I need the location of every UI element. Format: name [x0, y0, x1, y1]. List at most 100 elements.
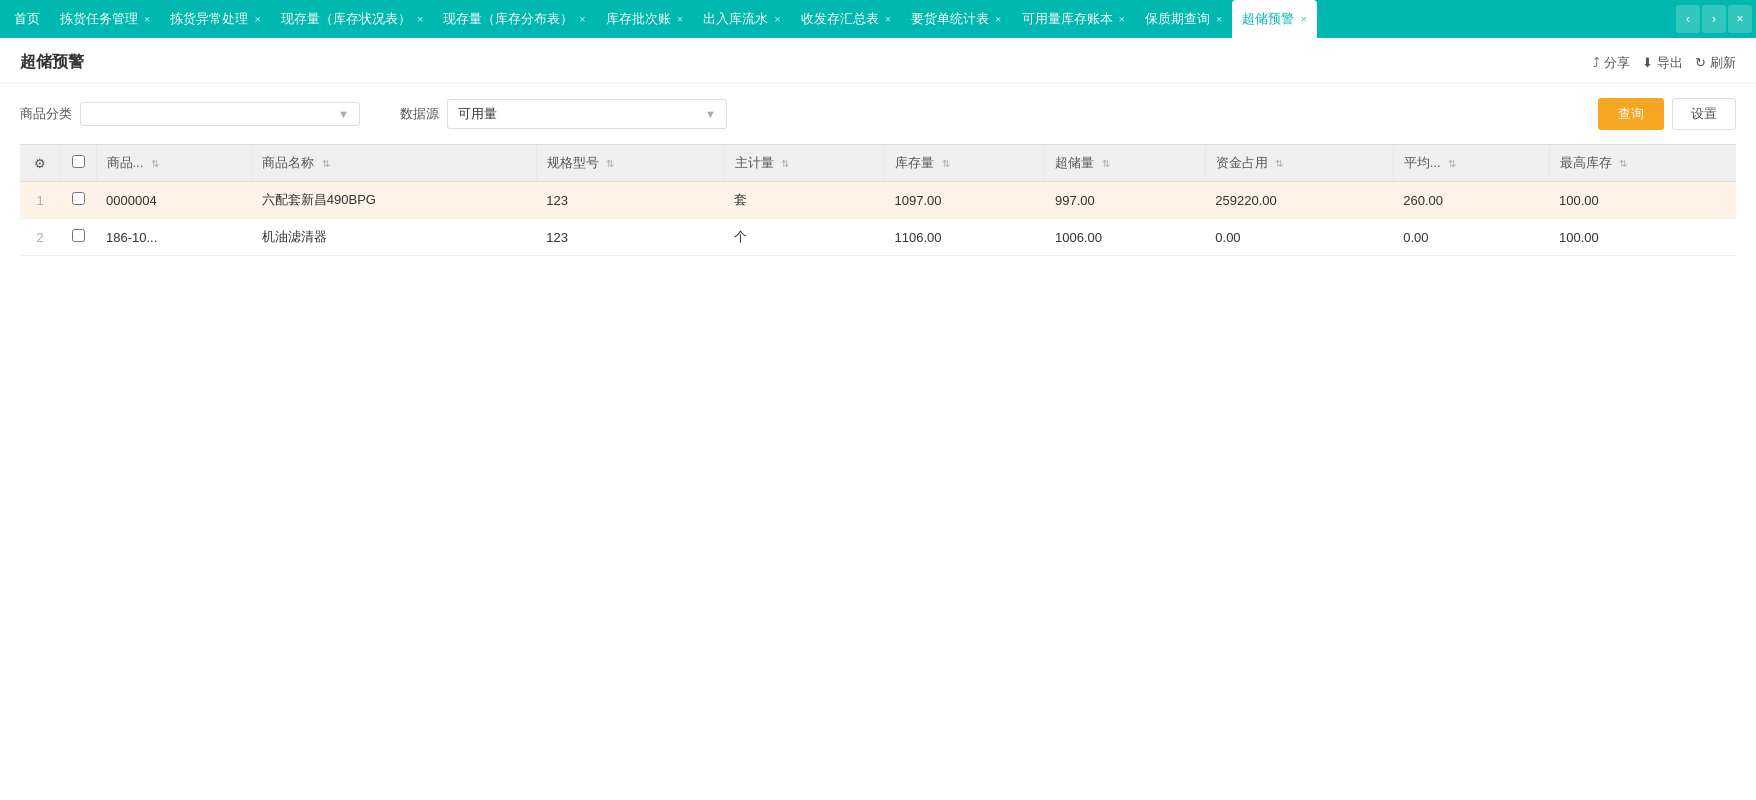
sort-icon-overstock: ⇅ [1102, 158, 1110, 169]
share-button[interactable]: ⤴ 分享 [1593, 54, 1630, 72]
row-overstock-1: 1006.00 [1045, 219, 1205, 256]
th-avg-label: 平均... [1404, 155, 1441, 170]
category-select[interactable]: ▼ [80, 102, 360, 126]
th-overstock-label: 超储量 [1055, 155, 1094, 170]
th-product-code-label: 商品... [107, 155, 144, 170]
sort-icon-spec: ⇅ [606, 158, 614, 169]
th-checkbox [60, 145, 96, 182]
datasource-filter-group: 数据源 可用量 ▼ [400, 99, 727, 129]
nav-label-stock-status: 现存量（库存状况表） [281, 10, 411, 28]
query-button[interactable]: 查询 [1598, 98, 1664, 130]
th-stock[interactable]: 库存量 ⇅ [885, 145, 1045, 182]
th-product-code[interactable]: 商品... ⇅ [96, 145, 252, 182]
row-product-code-1: 186-10... [96, 219, 252, 256]
nav-item-available[interactable]: 可用量库存账本 × [1012, 0, 1135, 38]
row-unit-0: 套 [724, 182, 884, 219]
settings-button[interactable]: 设置 [1672, 98, 1736, 130]
sort-icon-max-stock: ⇅ [1619, 158, 1627, 169]
th-capital[interactable]: 资金占用 ⇅ [1205, 145, 1393, 182]
share-label: 分享 [1604, 54, 1630, 72]
category-filter-group: 商品分类 ▼ [20, 102, 360, 126]
page-title: 超储预警 [20, 52, 84, 73]
nav-label-available: 可用量库存账本 [1022, 10, 1113, 28]
row-num-1: 2 [20, 219, 60, 256]
nav-close-button[interactable]: × [1728, 5, 1752, 33]
data-table: ⚙ 商品... ⇅ 商品名称 ⇅ 规格型号 ⇅ [20, 144, 1736, 256]
nav-item-batch[interactable]: 库存批次账 × [596, 0, 693, 38]
sort-icon-stock: ⇅ [942, 158, 950, 169]
row-stock-1: 1106.00 [885, 219, 1045, 256]
th-unit-label: 主计量 [735, 155, 774, 170]
row-avg-1: 0.00 [1393, 219, 1549, 256]
nav-label-expiry: 保质期查询 [1145, 10, 1210, 28]
filter-actions: 查询 设置 [1598, 98, 1736, 130]
datasource-select[interactable]: 可用量 ▼ [447, 99, 727, 129]
row-spec-1: 123 [536, 219, 724, 256]
table-header-row: ⚙ 商品... ⇅ 商品名称 ⇅ 规格型号 ⇅ [20, 145, 1736, 182]
nav-label-overstock: 超储预警 [1242, 10, 1294, 28]
th-capital-label: 资金占用 [1216, 155, 1268, 170]
nav-item-exception[interactable]: 拣货异常处理 × [160, 0, 270, 38]
nav-label-stock-dist: 现存量（库存分布表） [443, 10, 573, 28]
page-content: 超储预警 ⤴ 分享 ⬇ 导出 ↻ 刷新 商品分类 ▼ 数据源 [0, 38, 1756, 800]
nav-label-exception: 拣货异常处理 [170, 10, 248, 28]
th-unit[interactable]: 主计量 ⇅ [724, 145, 884, 182]
th-product-name[interactable]: 商品名称 ⇅ [252, 145, 536, 182]
share-icon: ⤴ [1593, 55, 1600, 70]
th-avg[interactable]: 平均... ⇅ [1393, 145, 1549, 182]
sort-icon-product-name: ⇅ [322, 158, 330, 169]
nav-close-requisition[interactable]: × [995, 13, 1001, 25]
nav-item-home[interactable]: 首页 [4, 0, 50, 38]
row-product-name-1: 机油滤清器 [252, 219, 536, 256]
row-capital-0: 259220.00 [1205, 182, 1393, 219]
row-select-0[interactable] [72, 192, 85, 205]
nav-item-expiry[interactable]: 保质期查询 × [1135, 0, 1232, 38]
nav-label-requisition: 要货单统计表 [911, 10, 989, 28]
nav-close-stock-dist[interactable]: × [579, 13, 585, 25]
th-overstock[interactable]: 超储量 ⇅ [1045, 145, 1205, 182]
nav-prev-button[interactable]: ‹ [1676, 5, 1700, 33]
top-navigation: 首页 拣货任务管理 × 拣货异常处理 × 现存量（库存状况表） × 现存量（库存… [0, 0, 1756, 38]
nav-item-stock-dist[interactable]: 现存量（库存分布表） × [433, 0, 595, 38]
row-max-stock-0: 100.00 [1549, 182, 1736, 219]
nav-item-stock-status[interactable]: 现存量（库存状况表） × [271, 0, 433, 38]
refresh-label: 刷新 [1710, 54, 1736, 72]
select-all-checkbox[interactable] [72, 155, 85, 168]
nav-close-overstock[interactable]: × [1300, 13, 1306, 25]
nav-item-task[interactable]: 拣货任务管理 × [50, 0, 160, 38]
row-avg-0: 260.00 [1393, 182, 1549, 219]
nav-close-flow[interactable]: × [774, 13, 780, 25]
filter-bar: 商品分类 ▼ 数据源 可用量 ▼ 查询 设置 [0, 84, 1756, 144]
nav-item-summary[interactable]: 收发存汇总表 × [791, 0, 901, 38]
nav-next-button[interactable]: › [1702, 5, 1726, 33]
nav-close-available[interactable]: × [1119, 13, 1125, 25]
nav-close-task[interactable]: × [144, 13, 150, 25]
row-product-name-0: 六配套新昌490BPG [252, 182, 536, 219]
row-checkbox-1[interactable] [60, 219, 96, 256]
nav-close-stock-status[interactable]: × [417, 13, 423, 25]
sort-icon-unit: ⇅ [781, 158, 789, 169]
nav-close-summary[interactable]: × [885, 13, 891, 25]
th-spec[interactable]: 规格型号 ⇅ [536, 145, 724, 182]
table-row: 2 186-10... 机油滤清器 123 个 1106.00 1006.00 … [20, 219, 1736, 256]
export-button[interactable]: ⬇ 导出 [1642, 54, 1683, 72]
nav-close-expiry[interactable]: × [1216, 13, 1222, 25]
nav-close-batch[interactable]: × [677, 13, 683, 25]
sort-icon-capital: ⇅ [1275, 158, 1283, 169]
refresh-button[interactable]: ↻ 刷新 [1695, 54, 1736, 72]
sort-icon-product-code: ⇅ [151, 158, 159, 169]
sort-icon-avg: ⇅ [1448, 158, 1456, 169]
row-overstock-0: 997.00 [1045, 182, 1205, 219]
gear-icon[interactable]: ⚙ [34, 156, 46, 171]
th-max-stock[interactable]: 最高库存 ⇅ [1549, 145, 1736, 182]
export-icon: ⬇ [1642, 55, 1653, 70]
row-product-code-0: 0000004 [96, 182, 252, 219]
row-capital-1: 0.00 [1205, 219, 1393, 256]
nav-item-flow[interactable]: 出入库流水 × [693, 0, 790, 38]
nav-item-overstock[interactable]: 超储预警 × [1232, 0, 1316, 38]
nav-item-requisition[interactable]: 要货单统计表 × [901, 0, 1011, 38]
nav-close-exception[interactable]: × [254, 13, 260, 25]
row-select-1[interactable] [72, 229, 85, 242]
row-stock-0: 1097.00 [885, 182, 1045, 219]
row-checkbox-0[interactable] [60, 182, 96, 219]
